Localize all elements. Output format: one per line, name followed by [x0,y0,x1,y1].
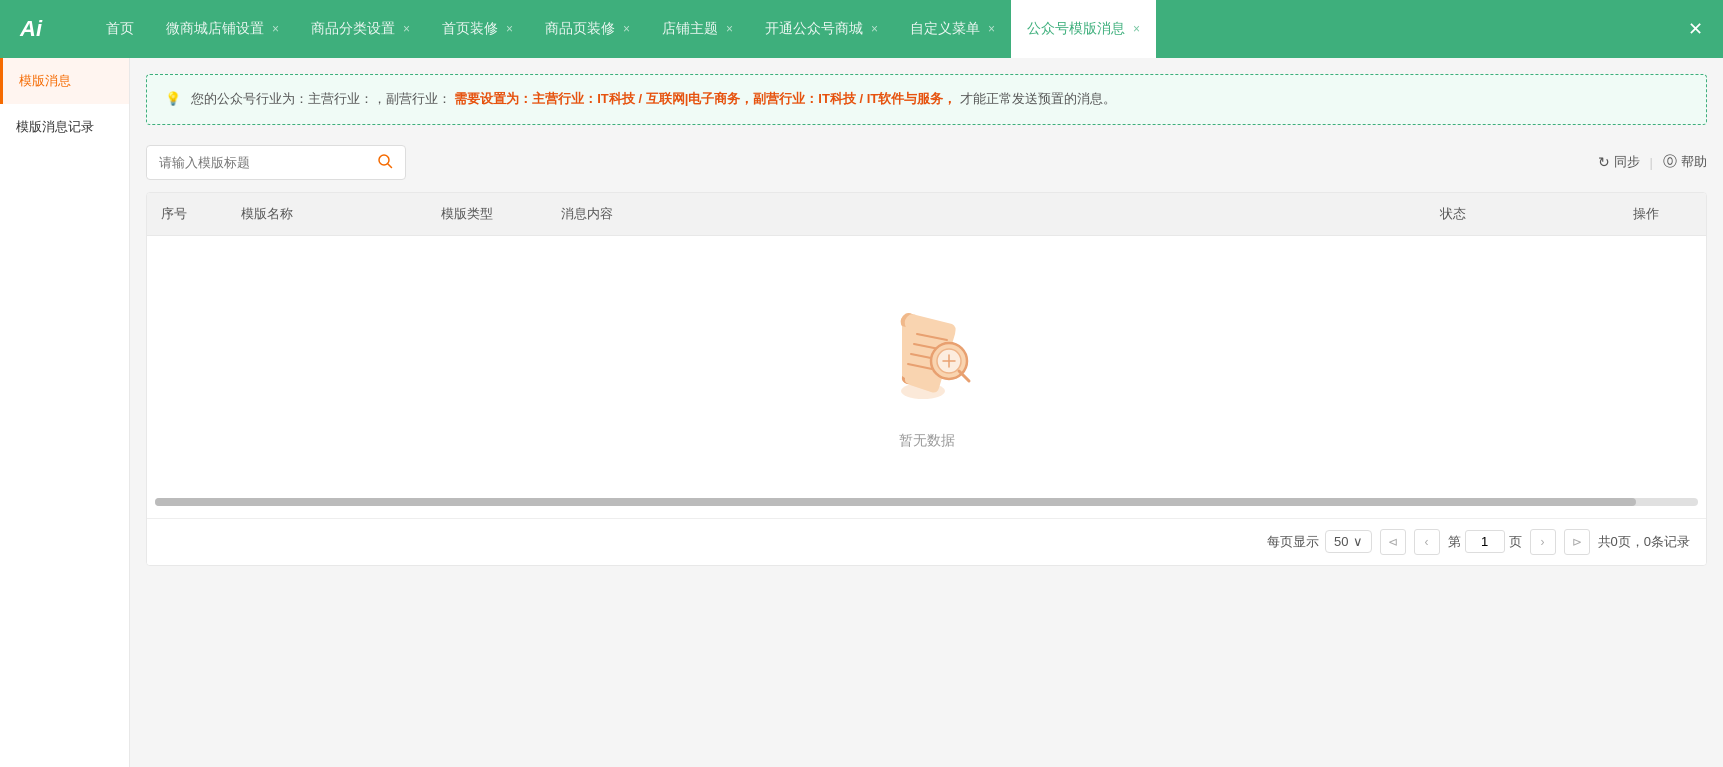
tab-weshop[interactable]: 微商城店铺设置 × [150,0,295,58]
notice-icon: 💡 [165,91,181,106]
sidebar-item-template[interactable]: 模版消息 [0,58,129,104]
sync-button[interactable]: ↻ 同步 [1598,153,1640,171]
help-label: 帮助 [1681,153,1707,171]
page-size-wrap: 每页显示 50 ∨ [1267,530,1371,553]
last-page-icon: ⊳ [1572,535,1582,549]
first-page-icon: ⊲ [1388,535,1398,549]
sidebar: 模版消息 模版消息记录 [0,58,130,767]
page-size-select[interactable]: 50 ∨ [1325,530,1371,553]
search-input[interactable] [147,148,365,177]
help-button[interactable]: ⓪ 帮助 [1663,153,1707,171]
tab-custom-menu-close[interactable]: × [988,22,995,36]
empty-text: 暂无数据 [899,432,955,450]
notice-box: 💡 您的公众号行业为：主营行业：，副营行业： 需要设置为：主营行业：IT科技 /… [146,74,1707,125]
col-header-name: 模版名称 [227,193,427,235]
total-info: 共0页，0条记录 [1598,533,1690,551]
page-size-label: 每页显示 [1267,533,1319,551]
sidebar-item-template-log-label: 模版消息记录 [16,119,94,134]
next-page-button[interactable]: › [1530,529,1556,555]
empty-illustration [867,296,987,416]
prev-page-button[interactable]: ‹ [1414,529,1440,555]
tab-category[interactable]: 商品分类设置 × [295,0,426,58]
content-area: 💡 您的公众号行业为：主营行业：，副营行业： 需要设置为：主营行业：IT科技 /… [130,58,1723,767]
main-layout: 模版消息 模版消息记录 💡 您的公众号行业为：主营行业：，副营行业： 需要设置为… [0,58,1723,767]
col-header-content: 消息内容 [547,193,1426,235]
last-page-button[interactable]: ⊳ [1564,529,1590,555]
help-icon: ⓪ [1663,153,1677,171]
window-close-button[interactable]: ✕ [1678,18,1713,40]
page-input-wrap: 第 页 [1448,530,1522,553]
next-page-icon: › [1541,535,1545,549]
tab-custom-menu-label: 自定义菜单 [910,20,980,38]
tab-weshop-label: 微商城店铺设置 [166,20,264,38]
search-actions: ↻ 同步 | ⓪ 帮助 [1598,153,1707,171]
svg-line-1 [388,164,392,168]
tab-theme-label: 店铺主题 [662,20,718,38]
tab-weshop-close[interactable]: × [272,22,279,36]
notice-suffix: 才能正常发送预置的消息。 [960,91,1116,106]
notice-highlight: 需要设置为：主营行业：IT科技 / 互联网|电子商务，副营行业：IT科技 / I… [454,91,956,106]
tab-product-decor[interactable]: 商品页装修 × [529,0,646,58]
search-bar: ↻ 同步 | ⓪ 帮助 [146,145,1707,180]
tab-theme[interactable]: 店铺主题 × [646,0,749,58]
sync-icon: ↻ [1598,154,1610,170]
tab-category-close[interactable]: × [403,22,410,36]
tab-product-decor-label: 商品页装修 [545,20,615,38]
tab-open-shop[interactable]: 开通公众号商城 × [749,0,894,58]
page-number-input[interactable] [1465,530,1505,553]
tab-home[interactable]: 首页 [90,0,150,58]
tab-home-label: 首页 [106,20,134,38]
page-suffix-label: 页 [1509,533,1522,551]
tab-home-decor-label: 首页装修 [442,20,498,38]
col-header-status: 状态 [1426,193,1586,235]
data-table: 序号 模版名称 模版类型 消息内容 状态 操作 [146,192,1707,566]
page-prefix-label: 第 [1448,533,1461,551]
first-page-button[interactable]: ⊲ [1380,529,1406,555]
tab-template-msg-label: 公众号模版消息 [1027,20,1125,38]
tab-theme-close[interactable]: × [726,22,733,36]
empty-state: 暂无数据 [147,236,1706,490]
page-size-value: 50 [1334,534,1348,549]
sync-label: 同步 [1614,153,1640,171]
tab-open-shop-close[interactable]: × [871,22,878,36]
sidebar-item-template-label: 模版消息 [19,73,71,88]
tab-template-msg[interactable]: 公众号模版消息 × [1011,0,1156,58]
app-logo: Ai [10,16,90,42]
divider: | [1650,155,1653,170]
col-header-type: 模版类型 [427,193,547,235]
tab-open-shop-label: 开通公众号商城 [765,20,863,38]
search-input-wrap [146,145,406,180]
tab-template-msg-close[interactable]: × [1133,22,1140,36]
horizontal-scrollbar[interactable] [155,498,1698,506]
sidebar-item-template-log[interactable]: 模版消息记录 [0,104,129,150]
col-header-seq: 序号 [147,193,227,235]
tab-home-decor[interactable]: 首页装修 × [426,0,529,58]
search-button[interactable] [365,146,405,179]
tab-custom-menu[interactable]: 自定义菜单 × [894,0,1011,58]
tab-product-decor-close[interactable]: × [623,22,630,36]
tab-home-decor-close[interactable]: × [506,22,513,36]
col-header-action: 操作 [1586,193,1706,235]
top-navigation: Ai 首页 微商城店铺设置 × 商品分类设置 × 首页装修 × 商品页装修 × … [0,0,1723,58]
notice-prefix: 您的公众号行业为：主营行业：，副营行业： [191,91,451,106]
scrollbar-area [147,498,1706,518]
table-header: 序号 模版名称 模版类型 消息内容 状态 操作 [147,193,1706,236]
page-size-dropdown-icon: ∨ [1353,534,1363,549]
tab-category-label: 商品分类设置 [311,20,395,38]
prev-page-icon: ‹ [1425,535,1429,549]
pagination: 每页显示 50 ∨ ⊲ ‹ 第 页 [147,518,1706,565]
